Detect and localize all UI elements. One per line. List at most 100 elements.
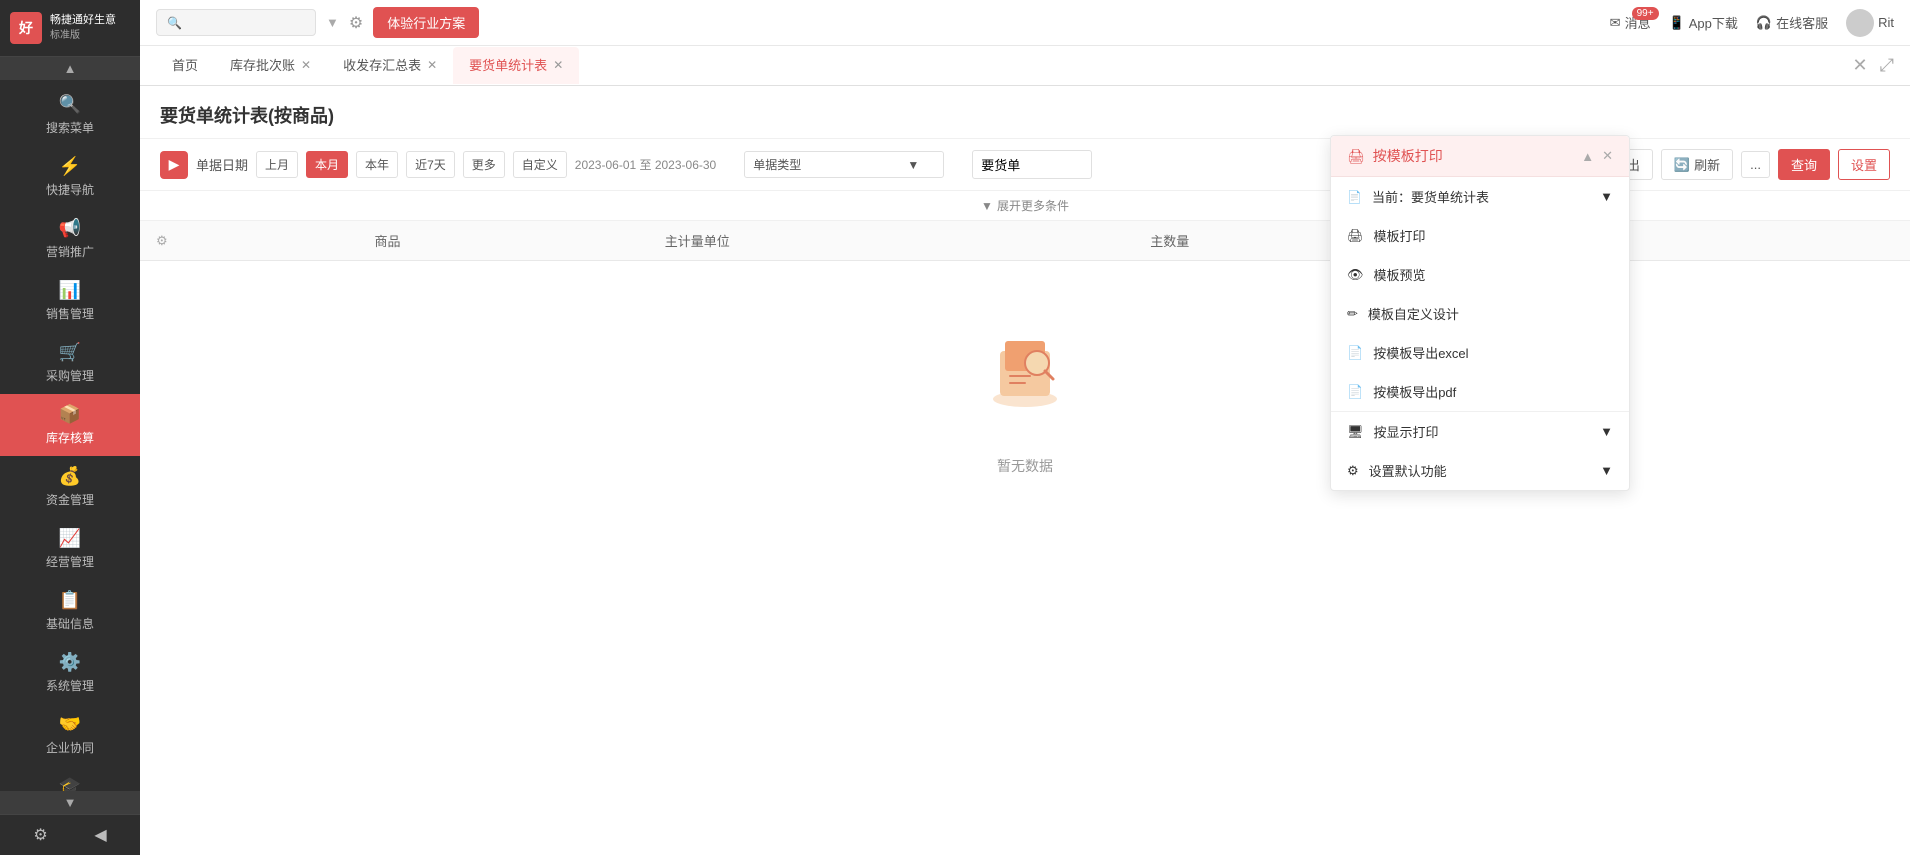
search-icon: 🔍 [59, 94, 81, 115]
expand-more-button[interactable]: ▼ 展开更多条件 [981, 197, 1069, 214]
sidebar-item-guide[interactable]: 🎓 新手引导 [0, 766, 140, 791]
app-download-button[interactable]: 📱 App下载 [1669, 13, 1738, 32]
tab-home-label: 首页 [172, 55, 198, 74]
sidebar-item-purchase[interactable]: 🛒 采购管理 [0, 332, 140, 394]
template-preview-icon: 👁 [1347, 267, 1364, 283]
date-this-year[interactable]: 本年 [356, 151, 398, 178]
dropdown-item-export-pdf[interactable]: 📄 按模板导出pdf [1331, 372, 1629, 411]
date-more[interactable]: 更多 [463, 151, 505, 178]
query-label: 查询 [1791, 155, 1817, 174]
tab-inventory-batch-close[interactable]: ✕ [301, 58, 311, 72]
sidebar-item-system[interactable]: ⚙️ 系统管理 [0, 642, 140, 704]
order-type-label: 要货单 [981, 155, 1020, 174]
print-header-icon: 🖨 [1347, 148, 1365, 165]
empty-text: 暂无数据 [997, 456, 1053, 476]
expand-button[interactable]: ▶ [160, 151, 188, 179]
avatar-image [1846, 9, 1874, 37]
service-label: 在线客服 [1776, 13, 1828, 32]
date-custom[interactable]: 自定义 [513, 151, 567, 178]
page-content: 要货单统计表(按商品) ▶ 单据日期 上月 本月 本年 近7天 更多 自定义 2… [140, 86, 1910, 855]
message-badge: 99+ [1632, 7, 1659, 20]
topbar-search[interactable]: 🔍 [156, 9, 316, 36]
dropdown-item-template-print[interactable]: 🖨 模板打印 [1331, 216, 1629, 255]
template-design-label: 模板自定义设计 [1368, 304, 1459, 323]
dropdown-close-icon[interactable]: ✕ [1602, 148, 1613, 164]
topbar-chevron[interactable]: ▼ [326, 15, 339, 30]
sidebar-item-basics[interactable]: 📋 基础信息 [0, 580, 140, 642]
filter-toolbar: ▶ 单据日期 上月 本月 本年 近7天 更多 自定义 2023-06-01 至 … [140, 139, 1910, 191]
main-area: 🔍 ▼ ⚙ 体验行业方案 ✉ 消息 99+ 📱 App下载 🎧 在线客服 Rit [140, 0, 1910, 855]
tab-receipt-summary-close[interactable]: ✕ [427, 58, 437, 72]
query-button[interactable]: 查询 [1778, 149, 1830, 180]
sidebar-label-system: 系统管理 [46, 677, 94, 694]
more-button[interactable]: ... [1741, 151, 1770, 178]
sales-icon: 📊 [59, 280, 81, 301]
sidebar-item-collab[interactable]: 🤝 企业协同 [0, 704, 140, 766]
date-range-display: 2023-06-01 至 2023-06-30 [575, 156, 716, 173]
th-settings[interactable]: ⚙ [140, 221, 358, 261]
sidebar-scroll-up[interactable]: ▲ [0, 57, 140, 80]
sidebar-item-finance[interactable]: 💰 资金管理 [0, 456, 140, 518]
settings-bottom-icon[interactable]: ⚙ [33, 825, 47, 845]
template-print-icon: 🖨 [1347, 228, 1364, 244]
operations-icon: 📈 [59, 528, 81, 549]
dropdown-chevron-up[interactable]: ▲ [1581, 149, 1594, 164]
dropdown-item-template-preview[interactable]: 👁 模板预览 [1331, 255, 1629, 294]
tab-order-stats[interactable]: 要货单统计表 ✕ [453, 47, 579, 84]
th-unit: 主计量单位 [649, 221, 1134, 261]
doc-type-label: 单据类型 [753, 156, 801, 173]
app-download-label: App下载 [1689, 13, 1738, 32]
user-avatar[interactable]: Rit [1846, 9, 1894, 37]
settings-button[interactable]: 设置 [1838, 149, 1890, 180]
collapse-icon[interactable]: ◀ [94, 825, 106, 845]
doc-type-select[interactable]: 单据类型 ▼ [744, 151, 944, 178]
template-design-icon: ✏ [1347, 306, 1358, 322]
dropdown-current-item[interactable]: 📄 当前：要货单统计表 ▼ [1331, 177, 1629, 216]
tab-order-stats-close[interactable]: ✕ [553, 58, 563, 72]
online-service-button[interactable]: 🎧 在线客服 [1756, 13, 1828, 32]
sidebar-item-search[interactable]: 🔍 搜索菜单 [0, 84, 140, 146]
sidebar-scroll-down[interactable]: ▼ [0, 791, 140, 814]
topbar-gear-icon[interactable]: ⚙ [349, 13, 363, 33]
column-settings-icon[interactable]: ⚙ [156, 233, 168, 248]
sidebar-label-search: 搜索菜单 [46, 119, 94, 136]
window-close-icon[interactable]: ✕ [1853, 55, 1868, 76]
sidebar-item-inventory[interactable]: 📦 库存核算 [0, 394, 140, 456]
data-table: ⚙ 商品 主计量单位 主数量 零售金额 [140, 221, 1910, 261]
sidebar-item-marketing[interactable]: 📢 营销推广 [0, 208, 140, 270]
messages-button[interactable]: ✉ 消息 99+ [1610, 13, 1651, 32]
refresh-button[interactable]: 🔄 刷新 [1661, 149, 1733, 180]
dropdown-item-default-settings[interactable]: ⚙ 设置默认功能 ▼ [1331, 451, 1629, 490]
display-print-icon: 🖥 [1347, 424, 1364, 440]
sidebar-item-sales[interactable]: 📊 销售管理 [0, 270, 140, 332]
trial-button[interactable]: 体验行业方案 [373, 7, 479, 38]
date-7days[interactable]: 近7天 [406, 151, 455, 178]
table-header-row: ⚙ 商品 主计量单位 主数量 零售金额 [140, 221, 1910, 261]
inventory-icon: 📦 [59, 404, 81, 425]
sidebar-label-purchase: 采购管理 [46, 367, 94, 384]
date-this-month[interactable]: 本月 [306, 151, 348, 178]
order-type-field[interactable]: 要货单 [972, 150, 1092, 179]
window-maximize-icon[interactable]: ⤢ [1880, 55, 1894, 76]
tab-inventory-batch[interactable]: 库存批次账 ✕ [214, 47, 327, 84]
tab-receipt-summary[interactable]: 收发存汇总表 ✕ [327, 47, 453, 84]
dropdown-item-template-design[interactable]: ✏ 模板自定义设计 [1331, 294, 1629, 333]
topbar-right: ✉ 消息 99+ 📱 App下载 🎧 在线客服 Rit [1610, 9, 1894, 37]
sidebar-item-operations[interactable]: 📈 经营管理 [0, 518, 140, 580]
date-prev-month[interactable]: 上月 [256, 151, 298, 178]
export-pdf-icon: 📄 [1347, 384, 1363, 400]
tab-home[interactable]: 首页 [156, 47, 214, 84]
expand-more-label: 展开更多条件 [997, 197, 1069, 214]
page-header: 要货单统计表(按商品) [140, 86, 1910, 139]
refresh-icon: 🔄 [1674, 157, 1690, 173]
display-print-label: 按显示打印 [1374, 422, 1439, 441]
current-template-row: 当前：要货单统计表 ▼ [1372, 187, 1613, 206]
tab-order-stats-label: 要货单统计表 [469, 55, 547, 74]
dropdown-item-export-excel[interactable]: 📄 按模板导出excel [1331, 333, 1629, 372]
sidebar-item-quick-nav[interactable]: ⚡ 快捷导航 [0, 146, 140, 208]
export-excel-icon: 📄 [1347, 345, 1363, 361]
default-settings-label: 设置默认功能 [1369, 461, 1447, 480]
th-quantity-label: 主数量 [1150, 234, 1189, 249]
sidebar-nav: 🔍 搜索菜单 ⚡ 快捷导航 📢 营销推广 📊 销售管理 🛒 采购管理 📦 库存核… [0, 80, 140, 791]
dropdown-item-display-print[interactable]: 🖥 按显示打印 ▼ [1331, 411, 1629, 451]
